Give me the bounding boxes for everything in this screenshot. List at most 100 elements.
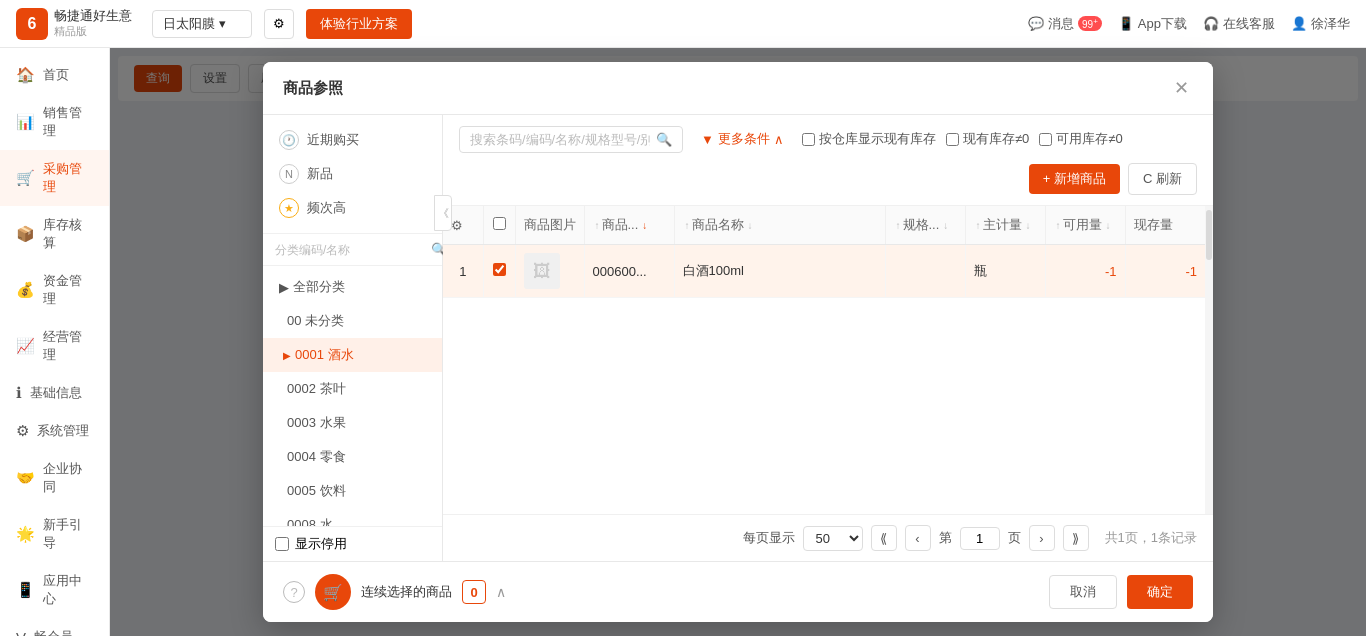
sidebar-label-sales: 销售管理 [43,104,93,140]
page-unit: 页 [1008,529,1021,547]
last-page-btn[interactable]: ⟫ [1063,525,1089,551]
th-available: ↑ 可用量 ↓ [1045,206,1125,245]
select-all-checkbox[interactable] [493,217,506,230]
shortcut-frequent[interactable]: ★ 频次高 [263,191,442,225]
help-icon[interactable]: ? [283,581,305,603]
product-image: 🖼 [524,253,560,289]
settings-button[interactable]: ⚙ [264,9,294,39]
nonzero-avail-checkbox[interactable] [1039,133,1052,146]
row-checkbox-cell[interactable] [483,245,515,298]
sidebar-item-member[interactable]: V 畅会员 [0,618,109,636]
nonzero-stock-checkbox[interactable] [946,133,959,146]
message-badge: 99+ [1078,16,1102,31]
headset-icon: 🎧 [1203,16,1219,31]
sidebar-label-purchase: 采购管理 [43,160,93,196]
th-image: 商品图片 [515,206,584,245]
cat-alcohol[interactable]: ▶ 0001 酒水 [263,338,442,372]
cat-water[interactable]: 0008 水 [263,508,442,526]
cat-tea[interactable]: 0002 茶叶 [263,372,442,406]
app-download-item[interactable]: 📱 App下载 [1118,15,1187,33]
th-spec-sort-down[interactable]: ↓ [943,220,948,231]
page-total-label: 共1页，1条记录 [1105,529,1197,547]
customer-service-item[interactable]: 🎧 在线客服 [1203,15,1275,33]
pagination: 每页显示 50 10 20 100 ⟪ ‹ 第 页 [443,514,1213,561]
search-input-wrap: 🔍 [459,126,683,153]
cat-snacks-label: 0004 零食 [287,448,346,466]
message-nav-item[interactable]: 💬 消息 99+ [1028,15,1102,33]
product-table-inner: ⚙ 商品图片 [443,206,1205,514]
warehouse-display-checkbox[interactable] [802,133,815,146]
sidebar-item-management[interactable]: 📈 经营管理 [0,318,109,374]
th-avail-sort-up[interactable]: ↑ [1056,220,1061,231]
th-spec-sort-up[interactable]: ↑ [896,220,901,231]
next-page-btn[interactable]: › [1029,525,1055,551]
shortcut-frequent-label: 频次高 [307,199,346,217]
cat-fruit[interactable]: 0003 水果 [263,406,442,440]
cat-all[interactable]: ▶ 全部分类 [263,270,442,304]
modal-close-button[interactable]: ✕ [1169,76,1193,100]
sidebar-item-collab[interactable]: 🤝 企业协同 [0,450,109,506]
cat-snacks[interactable]: 0004 零食 [263,440,442,474]
nav-dropdown[interactable]: 日太阳膜 ▾ [152,10,252,38]
shortcut-new[interactable]: N 新品 [263,157,442,191]
show-disabled-checkbox[interactable] [275,537,289,551]
user-item[interactable]: 👤 徐泽华 [1291,15,1350,33]
row-image-cell: 🖼 [515,245,584,298]
exp-btn[interactable]: 体验行业方案 [306,9,412,39]
sidebar-item-guide[interactable]: 🌟 新手引导 [0,506,109,562]
refresh-button[interactable]: C 刷新 [1128,163,1197,195]
th-unit-sort-up[interactable]: ↑ [976,220,981,231]
sidebar-item-apps[interactable]: 📱 应用中心 [0,562,109,618]
table-row[interactable]: 1 🖼 000600. [443,245,1205,298]
first-page-btn[interactable]: ⟪ [871,525,897,551]
chevron-down-icon: ▾ [219,16,226,31]
th-avail-sort-down[interactable]: ↓ [1106,220,1111,231]
cat-drinks[interactable]: 0005 饮料 [263,474,442,508]
sidebar-item-sales[interactable]: 📊 销售管理 [0,94,109,150]
collapse-footer-arrow[interactable]: ∧ [496,584,506,600]
prev-page-btn[interactable]: ‹ [905,525,931,551]
add-product-button[interactable]: + 新增商品 [1029,164,1120,194]
cancel-button[interactable]: 取消 [1049,575,1117,609]
sidebar-item-info[interactable]: ℹ 基础信息 [0,374,109,412]
product-code: 000600... [593,264,647,279]
confirm-button[interactable]: 确定 [1127,575,1193,609]
cat-panel-footer: 显示停用 [263,526,442,561]
sidebar-item-finance[interactable]: 💰 资金管理 [0,262,109,318]
sidebar-item-home[interactable]: 🏠 首页 [0,56,109,94]
message-label: 消息 [1048,15,1074,33]
nonzero-avail-option[interactable]: 可用库存≠0 [1039,130,1122,148]
category-search-input[interactable] [275,243,425,257]
search-icon[interactable]: 🔍 [656,132,672,147]
shortcut-new-label: 新品 [307,165,333,183]
apps-icon: 📱 [16,581,35,599]
page-size-select[interactable]: 50 10 20 100 [803,526,863,551]
product-search-input[interactable] [470,132,650,147]
customer-service-label: 在线客服 [1223,15,1275,33]
warehouse-display-option[interactable]: 按仓库显示现有库存 [802,130,936,148]
th-code-sort-down[interactable]: ↓ [642,220,647,231]
system-icon: ⚙ [16,422,29,440]
th-name-sort-up[interactable]: ↑ [685,220,690,231]
sidebar-item-system[interactable]: ⚙ 系统管理 [0,412,109,450]
cart-icon[interactable]: 🛒 [315,574,351,610]
vertical-scrollbar[interactable] [1205,206,1213,514]
page-number-input[interactable] [960,527,1000,550]
product-reference-modal: 商品参照 ✕ 🕐 近期购买 N 新 [263,62,1213,622]
scrollbar-thumb[interactable] [1206,210,1212,260]
shortcut-recent[interactable]: 🕐 近期购买 [263,123,442,157]
filter-more-btn[interactable]: ▼ 更多条件 ∧ [693,125,792,153]
finance-icon: 💰 [16,281,35,299]
row-num: 1 [443,245,483,298]
sidebar-item-purchase[interactable]: 🛒 采购管理 [0,150,109,206]
continuous-label: 连续选择的商品 [361,583,452,601]
th-unit-sort-down[interactable]: ↓ [1026,220,1031,231]
nonzero-stock-option[interactable]: 现有库存≠0 [946,130,1029,148]
download-icon: 📱 [1118,16,1134,31]
cat-uncategorized[interactable]: 00 未分类 [263,304,442,338]
sidebar-item-inventory[interactable]: 📦 库存核算 [0,206,109,262]
th-name-sort-down[interactable]: ↓ [748,220,753,231]
collapse-panel-btn[interactable]: 《 [434,195,452,231]
th-code-sort-up[interactable]: ↑ [595,220,600,231]
row-checkbox[interactable] [493,263,506,276]
